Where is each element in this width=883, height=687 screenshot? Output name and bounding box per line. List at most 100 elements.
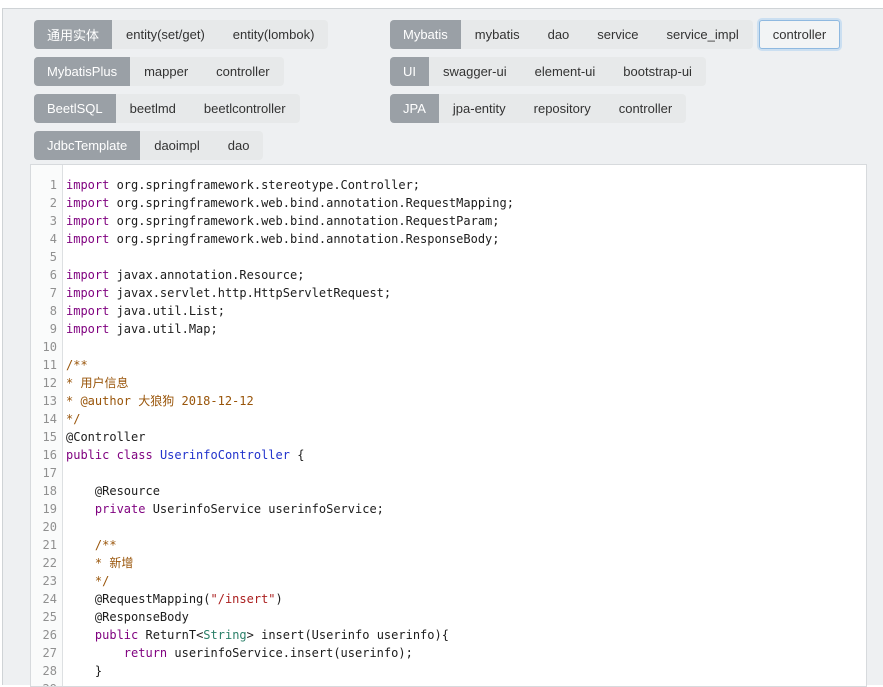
code-area: import org.springframework.stereotype.Co… (63, 165, 866, 686)
group-label-beetlsql: BeetlSQL (34, 94, 116, 123)
line-number: 27 (31, 644, 57, 662)
line-number: 26 (31, 626, 57, 644)
option-mybatis[interactable]: mybatis (461, 20, 534, 49)
option-repository[interactable]: repository (520, 94, 605, 123)
code-token: @ResponseBody (66, 610, 189, 624)
line-number: 25 (31, 608, 57, 626)
option-bootstrap-ui[interactable]: bootstrap-ui (609, 57, 706, 86)
line-number: 13 (31, 392, 57, 410)
option-element-ui[interactable]: element-ui (521, 57, 610, 86)
code-token: javax.servlet.http.HttpServletRequest; (109, 286, 391, 300)
line-number: 8 (31, 302, 57, 320)
code-token: UserinfoService userinfoService; (145, 502, 383, 516)
line-number: 20 (31, 518, 57, 536)
line-number: 3 (31, 212, 57, 230)
line-number: 12 (31, 374, 57, 392)
option-dao[interactable]: dao (214, 131, 264, 160)
code-token: userinfoService.insert(userinfo); (167, 646, 413, 660)
group-label-jpa: JPA (390, 94, 439, 123)
button-group-ui: UIswagger-uielement-uibootstrap-ui (390, 57, 840, 86)
button-group-jdbctemplate: JdbcTemplatedaoimpldao (34, 131, 390, 160)
code-token (66, 574, 95, 588)
option-service_impl[interactable]: service_impl (652, 20, 752, 49)
line-number: 9 (31, 320, 57, 338)
code-line: import java.util.Map; (66, 320, 866, 338)
code-line: import javax.annotation.Resource; (66, 266, 866, 284)
code-line: * @author 大狼狗 2018-12-12 (66, 392, 866, 410)
button-group-mybatisplus: MybatisPlusmappercontroller (34, 57, 390, 86)
option-entity-lombok-[interactable]: entity(lombok) (219, 20, 329, 49)
option-entity-set-get-[interactable]: entity(set/get) (112, 20, 219, 49)
code-line: import org.springframework.web.bind.anno… (66, 194, 866, 212)
option-service[interactable]: service (583, 20, 652, 49)
group-label-mybatisplus: MybatisPlus (34, 57, 130, 86)
code-token: import (66, 268, 109, 282)
code-token (66, 556, 95, 570)
button-group-strip: BeetlSQLbeetlmdbeetlcontroller (34, 94, 300, 123)
line-number: 10 (31, 338, 57, 356)
group-label-ui: UI (390, 57, 429, 86)
line-number: 28 (31, 662, 57, 680)
code-token: } (66, 664, 102, 678)
code-token (66, 646, 124, 660)
code-token: public (95, 628, 138, 642)
option-beetlmd[interactable]: beetlmd (116, 94, 190, 123)
code-line: import org.springframework.web.bind.anno… (66, 212, 866, 230)
code-token: return (124, 646, 167, 660)
code-token (66, 502, 95, 516)
code-token (153, 448, 160, 462)
code-token: * 新增 (95, 556, 133, 570)
code-editor[interactable]: 1234567891011121314151617181920212223242… (30, 164, 867, 687)
code-line: @ResponseBody (66, 608, 866, 626)
button-group-jpa: JPAjpa-entityrepositorycontroller (390, 94, 840, 123)
option-swagger-ui[interactable]: swagger-ui (429, 57, 521, 86)
code-line: import java.util.List; (66, 302, 866, 320)
option-beetlcontroller[interactable]: beetlcontroller (190, 94, 300, 123)
line-number: 6 (31, 266, 57, 284)
code-line: import javax.servlet.http.HttpServletReq… (66, 284, 866, 302)
option-controller[interactable]: controller (202, 57, 283, 86)
code-line: public class UserinfoController { (66, 446, 866, 464)
code-line: public ReturnT<String> insert(Userinfo u… (66, 626, 866, 644)
option-controller[interactable]: controller (605, 94, 686, 123)
line-number: 14 (31, 410, 57, 428)
line-number: 17 (31, 464, 57, 482)
code-token: /** (95, 538, 117, 552)
code-token: @RequestMapping( (66, 592, 211, 606)
code-token: @Resource (66, 484, 160, 498)
group-label-jdbctemplate: JdbcTemplate (34, 131, 140, 160)
option-controller[interactable]: controller (759, 20, 840, 49)
code-token: private (95, 502, 146, 516)
code-line: import org.springframework.web.bind.anno… (66, 230, 866, 248)
line-number: 7 (31, 284, 57, 302)
code-token: { (290, 448, 304, 462)
line-number: 29 (31, 680, 57, 687)
code-token: > insert(Userinfo userinfo){ (247, 628, 449, 642)
option-daoimpl[interactable]: daoimpl (140, 131, 214, 160)
code-token: import (66, 322, 109, 336)
line-number: 24 (31, 590, 57, 608)
code-token: ReturnT< (138, 628, 203, 642)
code-token: "/insert" (211, 592, 276, 606)
line-number: 2 (31, 194, 57, 212)
code-token: import (66, 304, 109, 318)
button-group-strip: Mybatismybatisdaoserviceservice_impl (390, 20, 753, 49)
line-number: 5 (31, 248, 57, 266)
line-number: 11 (31, 356, 57, 374)
code-token: org.springframework.web.bind.annotation.… (109, 232, 499, 246)
code-token: java.util.Map; (109, 322, 217, 336)
group-label-mybatis: Mybatis (390, 20, 461, 49)
button-group-通用实体: 通用实体entity(set/get)entity(lombok) (34, 20, 390, 49)
line-number: 21 (31, 536, 57, 554)
button-group-strip: 通用实体entity(set/get)entity(lombok) (34, 20, 328, 49)
code-line (66, 338, 866, 356)
code-line: */ (66, 410, 866, 428)
code-token: org.springframework.stereotype.Controlle… (109, 178, 420, 192)
option-dao[interactable]: dao (534, 20, 584, 49)
line-number-gutter: 1234567891011121314151617181920212223242… (31, 165, 63, 686)
option-jpa-entity[interactable]: jpa-entity (439, 94, 520, 123)
code-line: @Controller (66, 428, 866, 446)
code-token: import (66, 196, 109, 210)
code-token: UserinfoController (160, 448, 290, 462)
option-mapper[interactable]: mapper (130, 57, 202, 86)
